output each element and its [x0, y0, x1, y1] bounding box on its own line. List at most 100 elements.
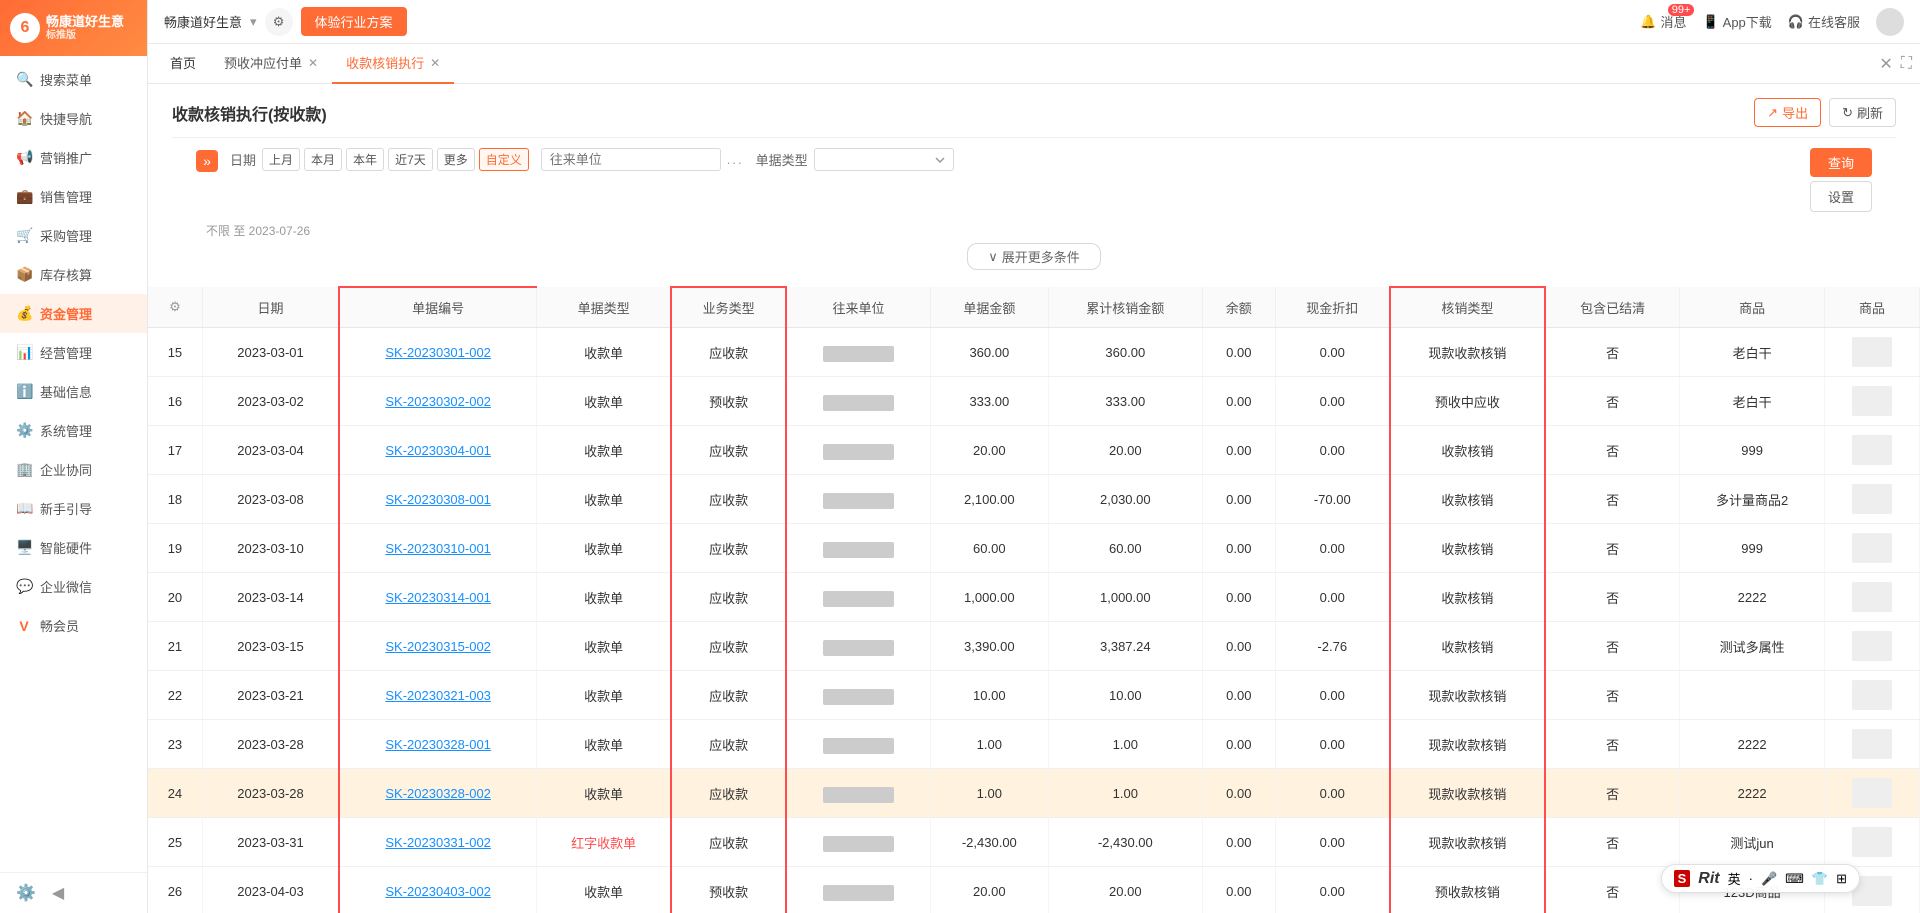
row-included: 否	[1545, 377, 1680, 426]
sidebar-item-marketing[interactable]: 📢营销推广	[0, 138, 147, 177]
app-download-btn[interactable]: 📱 App下载	[1702, 12, 1771, 31]
sidebar-item-wechat[interactable]: 💬企业微信	[0, 567, 147, 606]
row-date: 2023-04-03	[202, 867, 339, 913]
row-discount: 0.00	[1275, 426, 1389, 475]
sidebar-item-quick-nav[interactable]: 🏠快捷导航	[0, 99, 147, 138]
sidebar-item-search[interactable]: 🔍搜索菜单	[0, 60, 147, 99]
topbar-dropdown-icon[interactable]: ▾	[250, 14, 257, 30]
row-balance: 0.00	[1202, 377, 1275, 426]
sidebar-item-hardware[interactable]: 🖥️智能硬件	[0, 528, 147, 567]
row-verify-type: 现款收款核销	[1390, 328, 1545, 377]
bill-type-select[interactable]	[814, 148, 954, 171]
row-acc-amount: 1,000.00	[1048, 573, 1202, 622]
sidebar-item-inventory[interactable]: 📦库存核算	[0, 255, 147, 294]
sidebar-label-guide: 新手引导	[40, 499, 92, 518]
topbar: 畅康道好生意 ▾ ⚙ 体验行业方案 🔔 消息 99+ 📱 App下载 🎧 在线客…	[148, 0, 1920, 44]
settings-bottom-icon[interactable]: ⚙️	[16, 883, 36, 903]
row-num: 17	[148, 426, 202, 475]
row-product: 多计量商品2	[1680, 475, 1825, 524]
more-btn[interactable]: 更多	[437, 148, 475, 171]
query-button[interactable]: 查询	[1810, 148, 1872, 177]
row-acc-amount: 333.00	[1048, 377, 1202, 426]
topbar-gear-btn[interactable]: ⚙	[265, 8, 293, 36]
ime-keyboard-icon[interactable]: ⌨	[1785, 871, 1804, 887]
sidebar-label-quick-nav: 快捷导航	[40, 109, 92, 128]
sidebar-item-sales[interactable]: 💼销售管理	[0, 177, 147, 216]
row-bill-type: 收款单	[537, 769, 672, 818]
row-amount: 20.00	[930, 426, 1048, 475]
bill-no-link[interactable]: SK-20230310-001	[385, 541, 491, 556]
tab-verify[interactable]: 收款核销执行 ✕	[332, 44, 454, 84]
row-balance: 0.00	[1202, 622, 1275, 671]
row-balance: 0.00	[1202, 671, 1275, 720]
sidebar-label-purchase: 采购管理	[40, 226, 92, 245]
messages-btn[interactable]: 🔔 消息 99+	[1640, 12, 1686, 31]
bill-no-link[interactable]: SK-20230302-002	[385, 394, 491, 409]
row-product: 测试多属性	[1680, 622, 1825, 671]
refresh-button[interactable]: ↻ 刷新	[1829, 98, 1896, 127]
bill-no-link[interactable]: SK-20230331-002	[385, 835, 491, 850]
tabbar-close-icon[interactable]: ✕	[1879, 54, 1892, 74]
bill-no-link[interactable]: SK-20230403-002	[385, 884, 491, 899]
sidebar-item-operation[interactable]: 📊经营管理	[0, 333, 147, 372]
row-verify-type: 现款收款核销	[1390, 671, 1545, 720]
sidebar-item-enterprise[interactable]: 🏢企业协同	[0, 450, 147, 489]
ime-skin-icon[interactable]: 👕	[1812, 871, 1828, 887]
expand-more-button[interactable]: ∨ 展开更多条件	[967, 243, 1101, 270]
ime-grid-icon[interactable]: ⊞	[1836, 871, 1847, 887]
sidebar-item-finance[interactable]: 💰资金管理	[0, 294, 147, 333]
sales-icon: 💼	[16, 188, 32, 205]
last7-btn[interactable]: 近7天	[388, 148, 433, 171]
counterparty-input[interactable]	[541, 148, 721, 171]
row-amount: 1.00	[930, 720, 1048, 769]
bill-no-link[interactable]: SK-20230301-002	[385, 345, 491, 360]
user-avatar[interactable]	[1876, 8, 1904, 36]
sidebar-item-purchase[interactable]: 🛒采购管理	[0, 216, 147, 255]
ime-mic-icon[interactable]: 🎤	[1761, 871, 1777, 887]
online-service-btn[interactable]: 🎧 在线客服	[1788, 12, 1860, 31]
settings-button[interactable]: 设置	[1810, 181, 1872, 212]
row-counterparty: ████	[786, 769, 930, 818]
collapse-icon[interactable]: ◀	[52, 883, 64, 903]
tab-verify-close[interactable]: ✕	[430, 56, 440, 70]
bill-no-link[interactable]: SK-20230308-001	[385, 492, 491, 507]
sidebar-item-guide[interactable]: 📖新手引导	[0, 489, 147, 528]
solution-button[interactable]: 体验行业方案	[301, 7, 407, 36]
th-settings[interactable]: ⚙	[148, 287, 202, 328]
bill-no-link[interactable]: SK-20230314-001	[385, 590, 491, 605]
sidebar-item-system[interactable]: ⚙️系统管理	[0, 411, 147, 450]
table-area[interactable]: ⚙ 日期 单据编号 单据类型 业务类型 往来单位 单据金额 累计核销金额 余额 …	[148, 286, 1920, 913]
row-num: 15	[148, 328, 202, 377]
filter-expand-button[interactable]: »	[196, 150, 218, 172]
bill-no-link[interactable]: SK-20230304-001	[385, 443, 491, 458]
sidebar-item-basic[interactable]: ℹ️基础信息	[0, 372, 147, 411]
bill-no-link[interactable]: SK-20230328-002	[385, 786, 491, 801]
table-row: 22 2023-03-21 SK-20230321-003 收款单 应收款 ██…	[148, 671, 1920, 720]
row-bill-type: 红字收款单	[537, 818, 672, 867]
bill-no-link[interactable]: SK-20230321-003	[385, 688, 491, 703]
this-year-btn[interactable]: 本年	[346, 148, 384, 171]
row-bill-no: SK-20230328-002	[339, 769, 536, 818]
export-button[interactable]: ↗ 导出	[1754, 98, 1821, 127]
row-included: 否	[1545, 818, 1680, 867]
ime-lang-icon[interactable]: 英	[1728, 869, 1741, 888]
custom-btn[interactable]: 自定义	[479, 148, 529, 171]
sidebar-label-inventory: 库存核算	[40, 265, 92, 284]
tab-home[interactable]: 首页	[156, 44, 210, 84]
tabbar-expand-icon[interactable]: ⛶	[1901, 55, 1912, 73]
row-product: 测试jun	[1680, 818, 1825, 867]
th-biz-type: 业务类型	[671, 287, 786, 328]
row-biz-type: 应收款	[671, 524, 786, 573]
tab-prepayment-close[interactable]: ✕	[308, 56, 318, 70]
member-icon: V	[16, 618, 32, 634]
table-settings-icon[interactable]: ⚙	[169, 299, 181, 314]
this-month-btn[interactable]: 本月	[304, 148, 342, 171]
data-table: ⚙ 日期 单据编号 单据类型 业务类型 往来单位 单据金额 累计核销金额 余额 …	[148, 286, 1920, 913]
tab-prepayment[interactable]: 预收冲应付单 ✕	[210, 44, 332, 84]
last-month-btn[interactable]: 上月	[262, 148, 300, 171]
filter-actions: 查询 设置	[1810, 148, 1872, 212]
bill-no-link[interactable]: SK-20230328-001	[385, 737, 491, 752]
sidebar-item-member[interactable]: V畅会员	[0, 606, 147, 645]
bill-no-link[interactable]: SK-20230315-002	[385, 639, 491, 654]
row-balance: 0.00	[1202, 867, 1275, 913]
